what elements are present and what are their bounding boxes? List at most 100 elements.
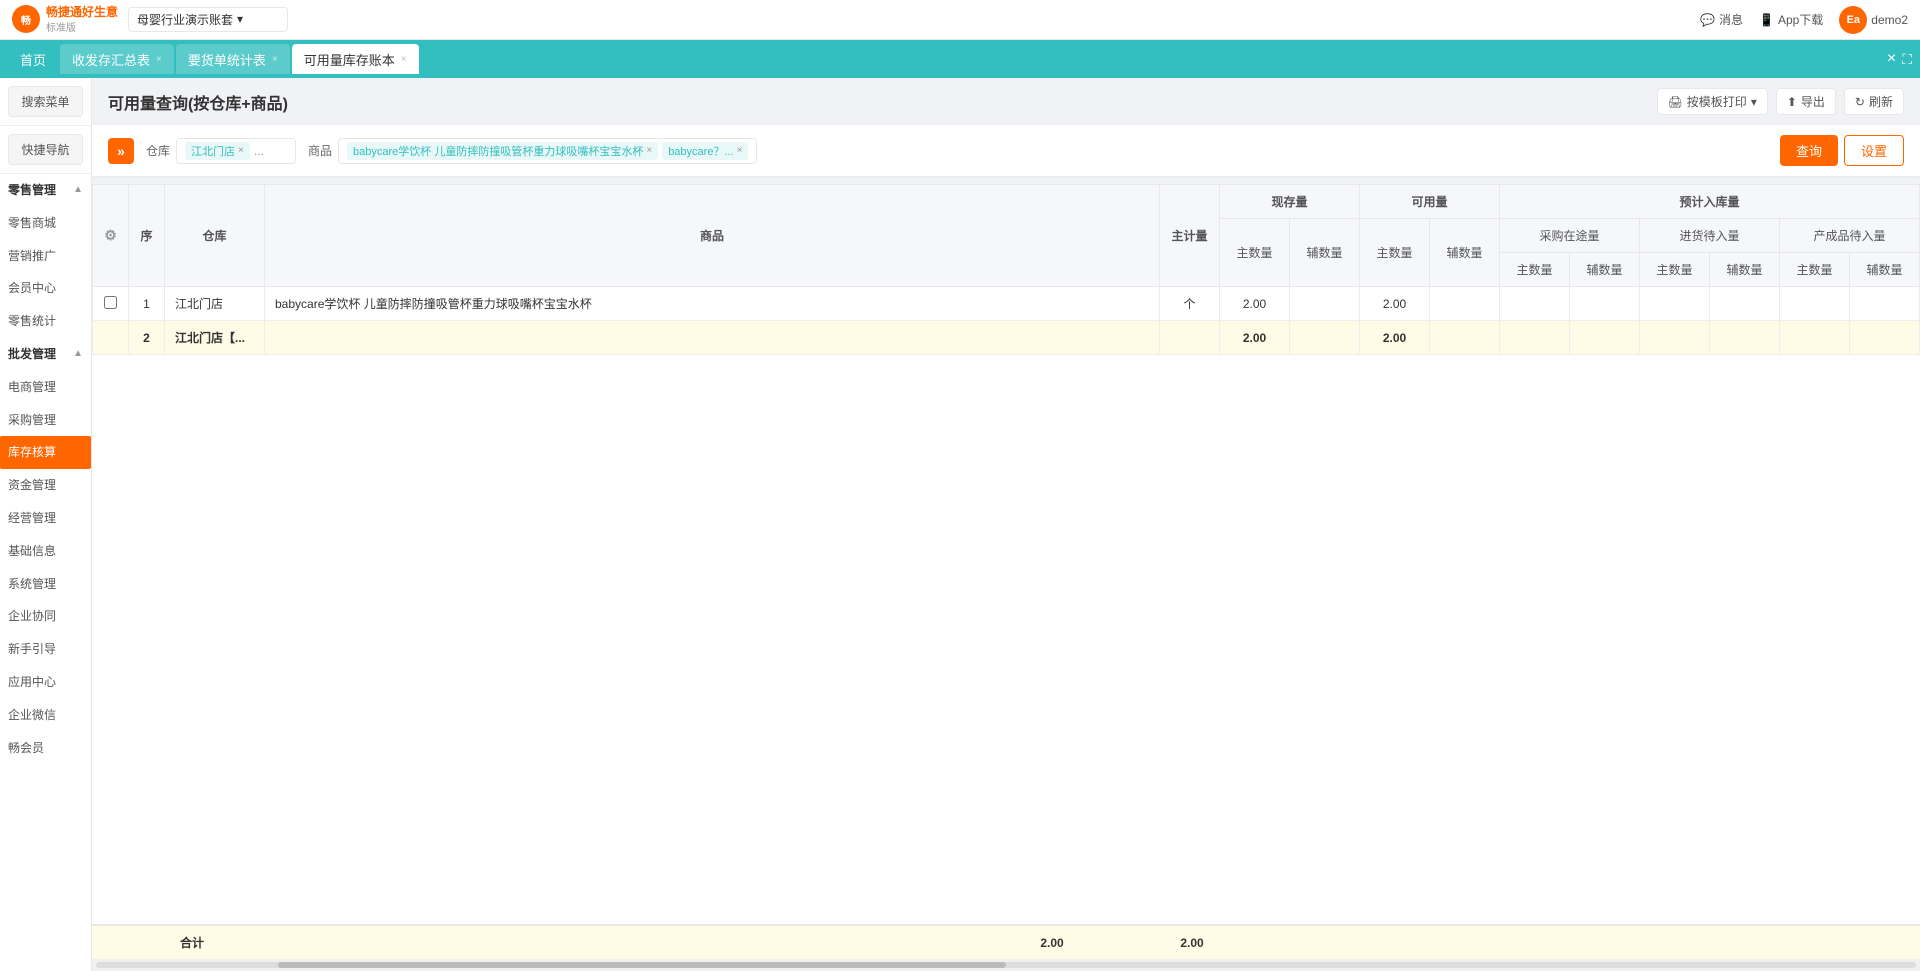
- filter-actions: 查询 设置: [1780, 135, 1904, 166]
- col-available-group-header: 可用量: [1360, 185, 1500, 219]
- sidebar-item-system[interactable]: 系统管理: [0, 568, 91, 601]
- sidebar-item-basic[interactable]: 基础信息: [0, 535, 91, 568]
- sidebar-item-retail-mall[interactable]: 零售商城: [0, 207, 91, 240]
- template-print-button[interactable]: 🖨 按模板打印 ▾: [1657, 88, 1768, 115]
- sidebar-item-inventory[interactable]: 库存核算: [0, 436, 91, 469]
- horizontal-scrollbar[interactable]: [92, 959, 1920, 971]
- top-bar-right: 💬 消息 📱 App下载 Ea demo2: [1700, 6, 1908, 34]
- sidebar-item-enterprise[interactable]: 企业协同: [0, 600, 91, 633]
- col-product-sub: 辅数量: [1850, 253, 1920, 287]
- sidebar-label-wechat: 企业微信: [8, 707, 56, 724]
- row2-product-sub: [1850, 321, 1920, 355]
- tab-available[interactable]: 可用量库存账本 ×: [292, 44, 419, 74]
- row1-product: babycare学饮杯 儿童防摔防撞吸管杯重力球吸嘴杯宝宝水杯: [265, 287, 1160, 321]
- warehouse-tag-jiangbei[interactable]: 江北门店 ×: [185, 142, 250, 160]
- warehouse-filter: 仓库 江北门店 × ...: [146, 138, 296, 164]
- maximize-icon[interactable]: ⛶: [1902, 51, 1912, 68]
- top-bar-left: 畅 畅捷通好生意 标准版 母婴行业演示账套 ▾: [12, 5, 288, 34]
- row1-avail-main: 2.00: [1360, 287, 1430, 321]
- refresh-icon: ↻: [1855, 95, 1865, 109]
- sidebar-label-retail-mgmt: 零售管理: [8, 182, 56, 199]
- gear-icon[interactable]: ⚙: [104, 227, 117, 243]
- warehouse-label: 仓库: [146, 142, 170, 159]
- tab-available-close[interactable]: ×: [401, 54, 407, 65]
- sidebar-item-vip[interactable]: 畅会员: [0, 732, 91, 765]
- tab-available-label: 可用量库存账本: [304, 50, 395, 69]
- sidebar-item-ecommerce[interactable]: 电商管理: [0, 371, 91, 404]
- row1-avail-sub: [1430, 287, 1500, 321]
- tab-receivables[interactable]: 收发存汇总表 ×: [60, 44, 174, 74]
- export-button[interactable]: ⬆ 导出: [1776, 88, 1836, 115]
- sidebar-item-retail-stats[interactable]: 零售统计: [0, 305, 91, 338]
- store-selector[interactable]: 母婴行业演示账套 ▾: [128, 7, 288, 32]
- sidebar-label-operations: 经营管理: [8, 510, 56, 527]
- sidebar-item-purchase[interactable]: 采购管理: [0, 404, 91, 437]
- tab-home-label: 首页: [20, 50, 46, 69]
- sidebar-item-app-center[interactable]: 应用中心: [0, 666, 91, 699]
- row1-checkbox[interactable]: [93, 287, 129, 321]
- row1-product-sub: [1850, 287, 1920, 321]
- col-purchase-group-header: 采购在途量: [1500, 219, 1640, 253]
- query-button[interactable]: 查询: [1780, 135, 1838, 166]
- chevron-icon-retail: ▲: [73, 183, 83, 197]
- sidebar-item-wholesale[interactable]: 批发管理 ▲: [0, 338, 91, 371]
- tab-receivables-close[interactable]: ×: [156, 54, 162, 65]
- page-actions: 🖨 按模板打印 ▾ ⬆ 导出 ↻ 刷新: [1657, 88, 1904, 115]
- product-tag-text-p1: babycare学饮杯 儿童防摔防撞吸管杯重力球吸嘴杯宝宝水杯: [353, 143, 643, 159]
- top-bar: 畅 畅捷通好生意 标准版 母婴行业演示账套 ▾ 💬 消息 📱 App下载 Ea …: [0, 0, 1920, 40]
- search-menu-button[interactable]: 搜索菜单: [8, 86, 83, 117]
- col-settings-header[interactable]: ⚙: [93, 185, 129, 287]
- sidebar-label-enterprise: 企业协同: [8, 608, 56, 625]
- warehouse-ellipsis[interactable]: ...: [254, 144, 264, 158]
- row2-product: [265, 321, 1160, 355]
- tab-home[interactable]: 首页: [8, 44, 58, 74]
- app-download-button[interactable]: 📱 App下载: [1759, 11, 1823, 28]
- row1-product-main: [1780, 287, 1850, 321]
- row2-inbound-main: [1640, 321, 1710, 355]
- col-no-header: 序: [129, 185, 165, 287]
- sidebar-item-marketing[interactable]: 营销推广: [0, 240, 91, 273]
- product-tag-close-p1[interactable]: ×: [646, 145, 652, 156]
- sidebar-label-inventory: 库存核算: [8, 444, 56, 461]
- scroll-thumb[interactable]: [278, 962, 1006, 968]
- product-tag-p2[interactable]: babycare？... ×: [662, 142, 748, 160]
- warehouse-tag-box[interactable]: 江北门店 × ...: [176, 138, 296, 164]
- sidebar-item-member[interactable]: 会员中心: [0, 272, 91, 305]
- sidebar-item-wechat[interactable]: 企业微信: [0, 699, 91, 732]
- footer-avail-main: 2.00: [1157, 936, 1227, 950]
- quick-nav-button[interactable]: 快捷导航: [8, 134, 83, 165]
- sidebar-label-wholesale: 批发管理: [8, 346, 56, 363]
- product-tag-p1[interactable]: babycare学饮杯 儿童防摔防撞吸管杯重力球吸嘴杯宝宝水杯 ×: [347, 142, 658, 160]
- refresh-button[interactable]: ↻ 刷新: [1844, 88, 1904, 115]
- product-filter: 商品 babycare学饮杯 儿童防摔防撞吸管杯重力球吸嘴杯宝宝水杯 × bab…: [308, 138, 757, 164]
- tab-purchase[interactable]: 要货单统计表 ×: [176, 44, 290, 74]
- sidebar-item-newcomer[interactable]: 新手引导: [0, 633, 91, 666]
- row2-stock-main: 2.00: [1220, 321, 1290, 355]
- user-profile[interactable]: Ea demo2: [1839, 6, 1908, 34]
- row1-stock-sub: [1290, 287, 1360, 321]
- sidebar-item-operations[interactable]: 经营管理: [0, 502, 91, 535]
- table-row: 1 江北门店 babycare学饮杯 儿童防摔防撞吸管杯重力球吸嘴杯宝宝水杯 个…: [93, 287, 1920, 321]
- row1-inbound-sub: [1710, 287, 1780, 321]
- col-product-group-header: 产成品待入量: [1780, 219, 1920, 253]
- product-tag-close-p2[interactable]: ×: [737, 145, 743, 156]
- product-tag-box[interactable]: babycare学饮杯 儿童防摔防撞吸管杯重力球吸嘴杯宝宝水杯 × babyca…: [338, 138, 757, 164]
- sidebar-label-retail-stats: 零售统计: [8, 313, 56, 330]
- sidebar-label-basic: 基础信息: [8, 543, 56, 560]
- sidebar-item-finance[interactable]: 资金管理: [0, 469, 91, 502]
- row1-purchase-sub: [1570, 287, 1640, 321]
- warehouse-tag-close[interactable]: ×: [238, 145, 244, 156]
- close-all-icon[interactable]: ×: [1887, 50, 1896, 68]
- message-button[interactable]: 💬 消息: [1700, 11, 1743, 28]
- settings-button[interactable]: 设置: [1844, 135, 1904, 166]
- sidebar-label-ecommerce: 电商管理: [8, 379, 56, 396]
- row2-product-main: [1780, 321, 1850, 355]
- page-header: 可用量查询(按仓库+商品) 🖨 按模板打印 ▾ ⬆ 导出 ↻ 刷新: [92, 78, 1920, 125]
- sidebar-nav-section: 快捷导航: [0, 126, 91, 174]
- expand-button[interactable]: »: [108, 138, 134, 164]
- col-inbound-group-header: 进货待入量: [1640, 219, 1780, 253]
- brand-info: 畅捷通好生意 标准版: [46, 5, 118, 34]
- tab-purchase-close[interactable]: ×: [272, 54, 278, 65]
- sidebar-item-retail-mgmt[interactable]: 零售管理 ▲: [0, 174, 91, 207]
- row2-avail-main: 2.00: [1360, 321, 1430, 355]
